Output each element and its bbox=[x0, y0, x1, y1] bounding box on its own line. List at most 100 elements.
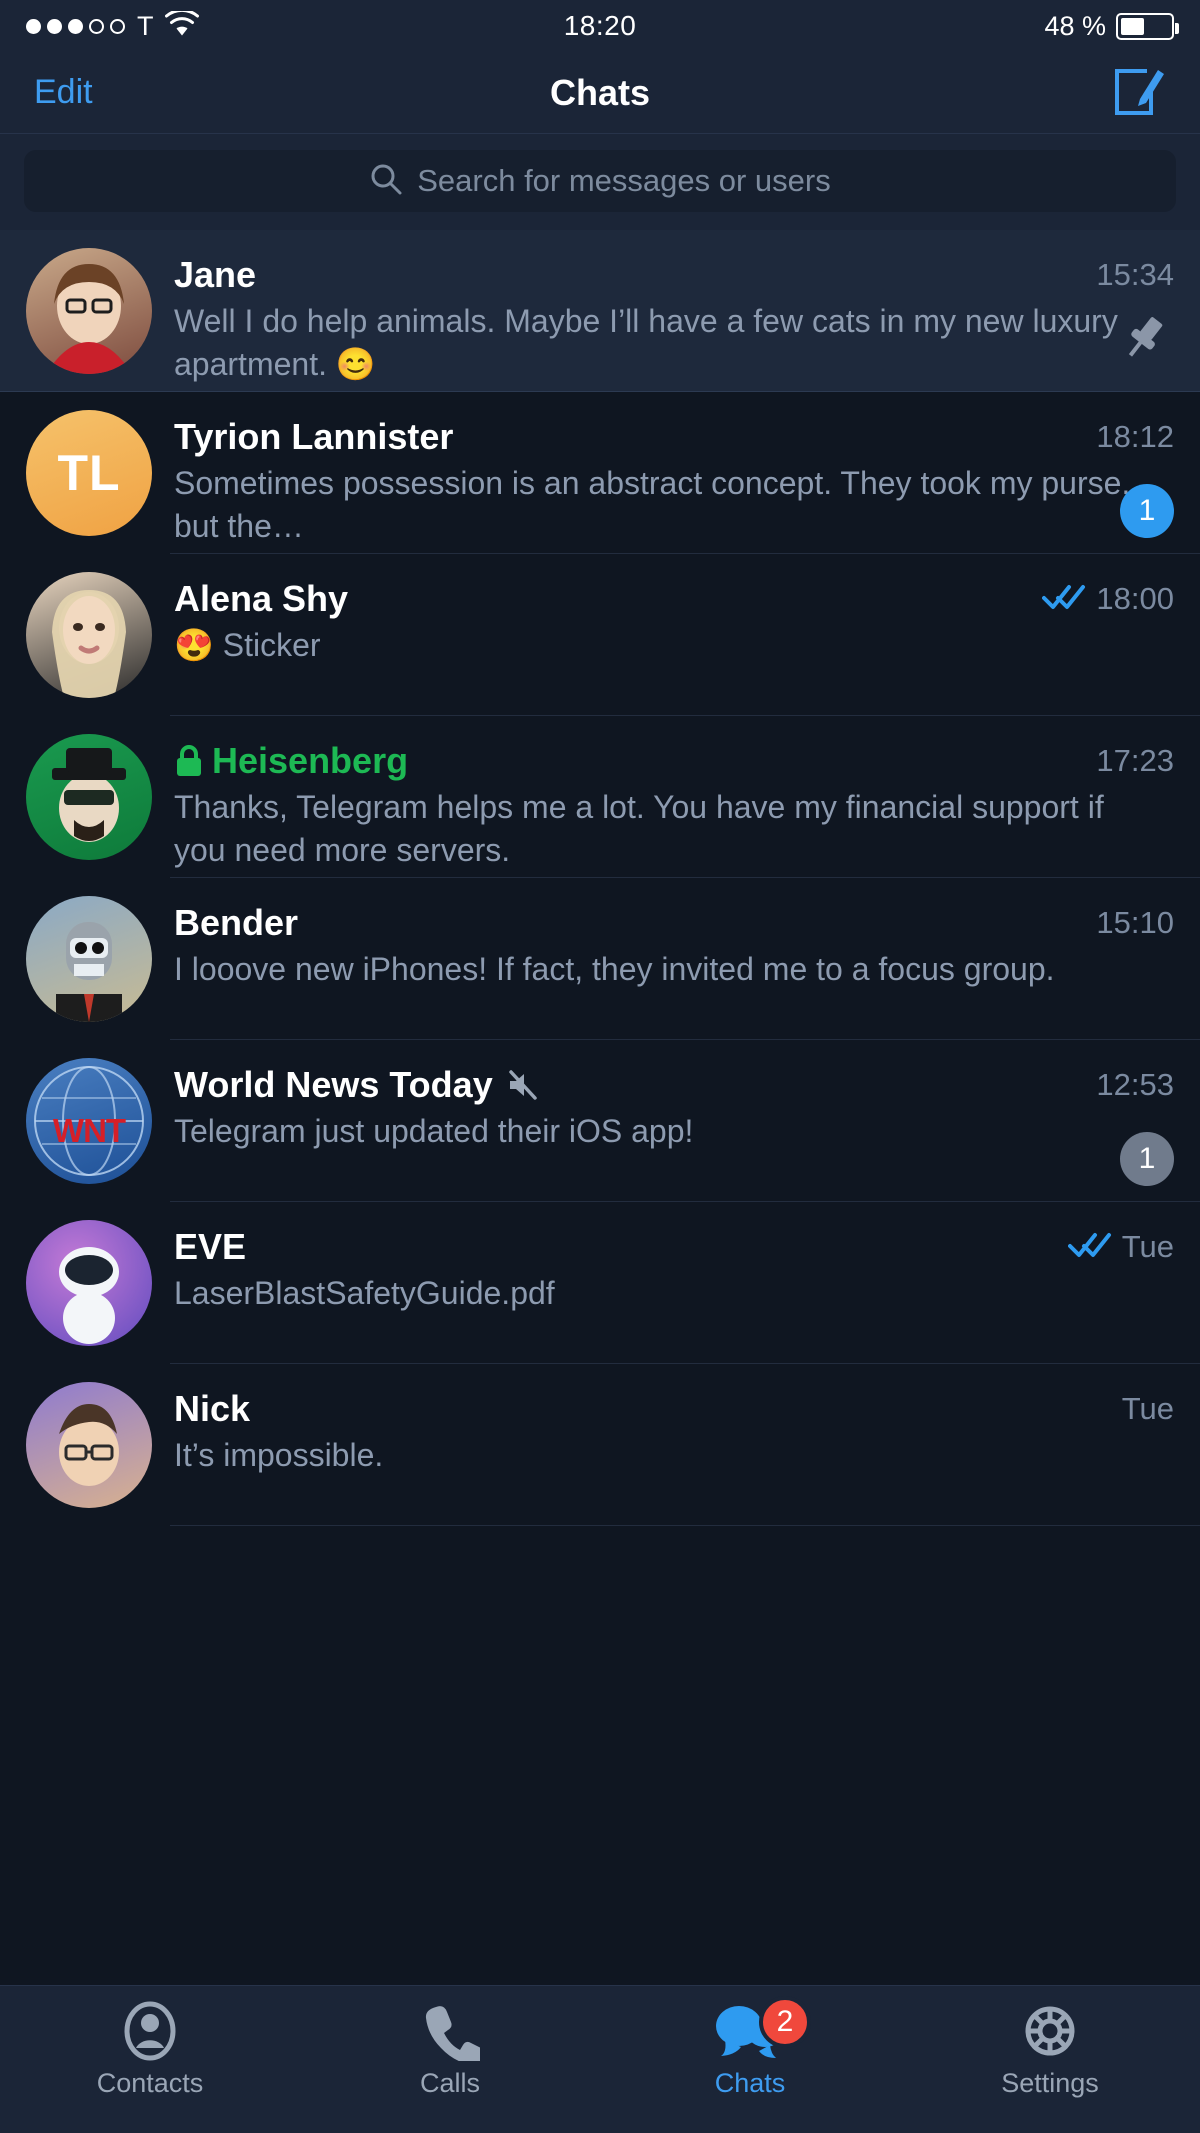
read-receipt-icon bbox=[1042, 582, 1086, 617]
chat-row-body: World News Today 12:53 Telegram just updat… bbox=[174, 1058, 1174, 1202]
chat-row-header: Jane 15:34 bbox=[174, 254, 1174, 296]
chat-bubbles-icon: 2 bbox=[713, 1996, 811, 2062]
status-bar: T 18:20 48 % bbox=[0, 0, 1200, 52]
read-receipt-icon bbox=[1067, 1230, 1112, 1265]
avatar-image: WNT bbox=[26, 1058, 152, 1184]
avatar-image bbox=[26, 1220, 152, 1346]
battery-icon bbox=[1116, 12, 1179, 40]
search-icon bbox=[369, 162, 403, 201]
chat-meta: 12:53 bbox=[1078, 1067, 1174, 1103]
avatar-image bbox=[26, 248, 152, 374]
chat-row-nick[interactable]: Nick Tue It’s impossible. bbox=[0, 1364, 1200, 1526]
chat-name: Bender bbox=[174, 902, 299, 943]
avatar-image bbox=[26, 734, 152, 860]
search-placeholder: Search for messages or users bbox=[417, 163, 831, 198]
chat-row-header: Heisenberg 17:23 bbox=[174, 740, 1174, 782]
chat-preview: 😍 Sticker bbox=[174, 627, 321, 663]
status-bar-right: 48 % bbox=[1044, 10, 1179, 42]
lock-icon bbox=[174, 744, 204, 778]
chat-row-header: Tyrion Lannister 18:12 bbox=[174, 416, 1174, 458]
avatar[interactable]: WNT bbox=[26, 1058, 152, 1184]
chat-time: 18:00 bbox=[1096, 581, 1174, 616]
tab-bar[interactable]: Contacts Calls 2 Chats Settings bbox=[0, 1985, 1200, 2133]
tab-settings[interactable]: Settings bbox=[900, 2000, 1200, 2099]
chat-preview: Well I do help animals. Maybe I’ll have … bbox=[174, 303, 1118, 382]
chat-name: Nick bbox=[174, 1388, 251, 1429]
battery-percent-label: 48 % bbox=[1044, 10, 1106, 41]
tab-label: Settings bbox=[1001, 2068, 1099, 2098]
chat-preview: I looove new iPhones! If fact, they invi… bbox=[174, 951, 1055, 987]
avatar[interactable] bbox=[26, 734, 152, 860]
chat-row-header: Bender 15:10 bbox=[174, 902, 1174, 944]
unread-badge: 1 bbox=[1120, 484, 1174, 538]
chat-name: Tyrion Lannister bbox=[174, 416, 454, 457]
chat-meta: Tue bbox=[1104, 1391, 1174, 1427]
chat-row-tyrion-lannister[interactable]: TL Tyrion Lannister 18:12 Sometimes possess… bbox=[0, 392, 1200, 554]
avatar-image bbox=[26, 1382, 152, 1508]
chat-row-body: Alena Shy 18:00 😍 Sticker bbox=[174, 572, 1174, 716]
chat-row-body: Bender 15:10 I looove new iPhones! If fact… bbox=[174, 896, 1174, 1040]
chat-meta: 15:10 bbox=[1078, 905, 1174, 941]
chat-row-jane[interactable]: Jane 15:34 Well I do help animals. Maybe I… bbox=[0, 230, 1200, 392]
tab-badge: 2 bbox=[759, 1996, 811, 2048]
contacts-icon bbox=[119, 2000, 181, 2062]
chat-time: 18:12 bbox=[1096, 419, 1174, 454]
chat-time: Tue bbox=[1121, 1391, 1174, 1426]
unread-badge-container: 1 bbox=[1054, 1132, 1174, 1186]
unread-badge-container: 1 bbox=[1054, 484, 1174, 538]
compose-icon[interactable] bbox=[1110, 61, 1166, 124]
chat-name: Jane bbox=[174, 254, 257, 295]
chat-preview: LaserBlastSafetyGuide.pdf bbox=[174, 1275, 555, 1311]
status-bar-clock: 18:20 bbox=[563, 10, 637, 41]
row-separator bbox=[170, 1525, 1200, 1526]
chat-row-world-news-today[interactable]: WNT World News Today 12:53 Telegram just up… bbox=[0, 1040, 1200, 1202]
avatar[interactable]: TL bbox=[26, 410, 152, 536]
chat-meta: 18:00 bbox=[1024, 581, 1174, 617]
avatar[interactable] bbox=[26, 248, 152, 374]
chat-list[interactable]: Jane 15:34 Well I do help animals. Maybe I… bbox=[0, 230, 1200, 1526]
chat-name: World News Today bbox=[174, 1064, 493, 1105]
search-input[interactable]: Search for messages or users bbox=[24, 150, 1176, 212]
pin-icon bbox=[1118, 310, 1170, 371]
chat-row-body: Heisenberg 17:23 Thanks, Telegram helps me… bbox=[174, 734, 1174, 878]
chat-row-body: EVE Tue LaserBlastSafetyGuide.pdf bbox=[174, 1220, 1174, 1364]
mute-icon bbox=[505, 1068, 539, 1102]
chat-time: Tue bbox=[1121, 1229, 1174, 1264]
chat-time: 17:23 bbox=[1096, 743, 1174, 778]
tab-contacts[interactable]: Contacts bbox=[0, 2000, 300, 2099]
tab-calls[interactable]: Calls bbox=[300, 2000, 600, 2099]
avatar-image bbox=[26, 896, 152, 1022]
tab-chats[interactable]: 2 Chats bbox=[600, 1996, 900, 2099]
chat-row-alena-shy[interactable]: Alena Shy 18:00 😍 Sticker bbox=[0, 554, 1200, 716]
avatar[interactable] bbox=[26, 572, 152, 698]
chat-row-bender[interactable]: Bender 15:10 I looove new iPhones! If fact… bbox=[0, 878, 1200, 1040]
chat-time: 15:10 bbox=[1096, 905, 1174, 940]
chat-preview: Sometimes possession is an abstract conc… bbox=[174, 465, 1131, 544]
chat-meta: Tue bbox=[1050, 1229, 1174, 1265]
chat-name: EVE bbox=[174, 1226, 247, 1267]
phone-icon bbox=[420, 2000, 480, 2062]
avatar[interactable] bbox=[26, 1220, 152, 1346]
chat-row-body: Tyrion Lannister 18:12 Sometimes possessio… bbox=[174, 410, 1174, 554]
gear-icon bbox=[1019, 2000, 1081, 2062]
tab-label: Chats bbox=[714, 2068, 786, 2098]
chat-row-eve[interactable]: EVE Tue LaserBlastSafetyGuide.pdf bbox=[0, 1202, 1200, 1364]
avatar[interactable] bbox=[26, 1382, 152, 1508]
avatar[interactable] bbox=[26, 896, 152, 1022]
chat-row-header: World News Today 12:53 bbox=[174, 1064, 1174, 1106]
chat-row-body: Jane 15:34 Well I do help animals. Maybe I… bbox=[174, 248, 1174, 392]
search-bar-container: Search for messages or users bbox=[0, 134, 1200, 230]
chat-meta: 18:12 bbox=[1078, 419, 1174, 455]
unread-badge: 1 bbox=[1120, 1132, 1174, 1186]
chat-name: Heisenberg bbox=[212, 740, 409, 781]
chat-meta: 17:23 bbox=[1078, 743, 1174, 779]
chat-row-header: EVE Tue bbox=[174, 1226, 1174, 1268]
chat-row-body: Nick Tue It’s impossible. bbox=[174, 1382, 1174, 1526]
chat-time: 15:34 bbox=[1096, 257, 1174, 292]
avatar-initials: TL bbox=[26, 410, 152, 536]
tab-label: Calls bbox=[419, 2068, 480, 2098]
chat-row-header: Nick Tue bbox=[174, 1388, 1174, 1430]
avatar-image bbox=[26, 572, 152, 698]
chat-preview: Thanks, Telegram helps me a lot. You hav… bbox=[174, 789, 1104, 868]
chat-row-heisenberg[interactable]: Heisenberg 17:23 Thanks, Telegram helps me… bbox=[0, 716, 1200, 878]
